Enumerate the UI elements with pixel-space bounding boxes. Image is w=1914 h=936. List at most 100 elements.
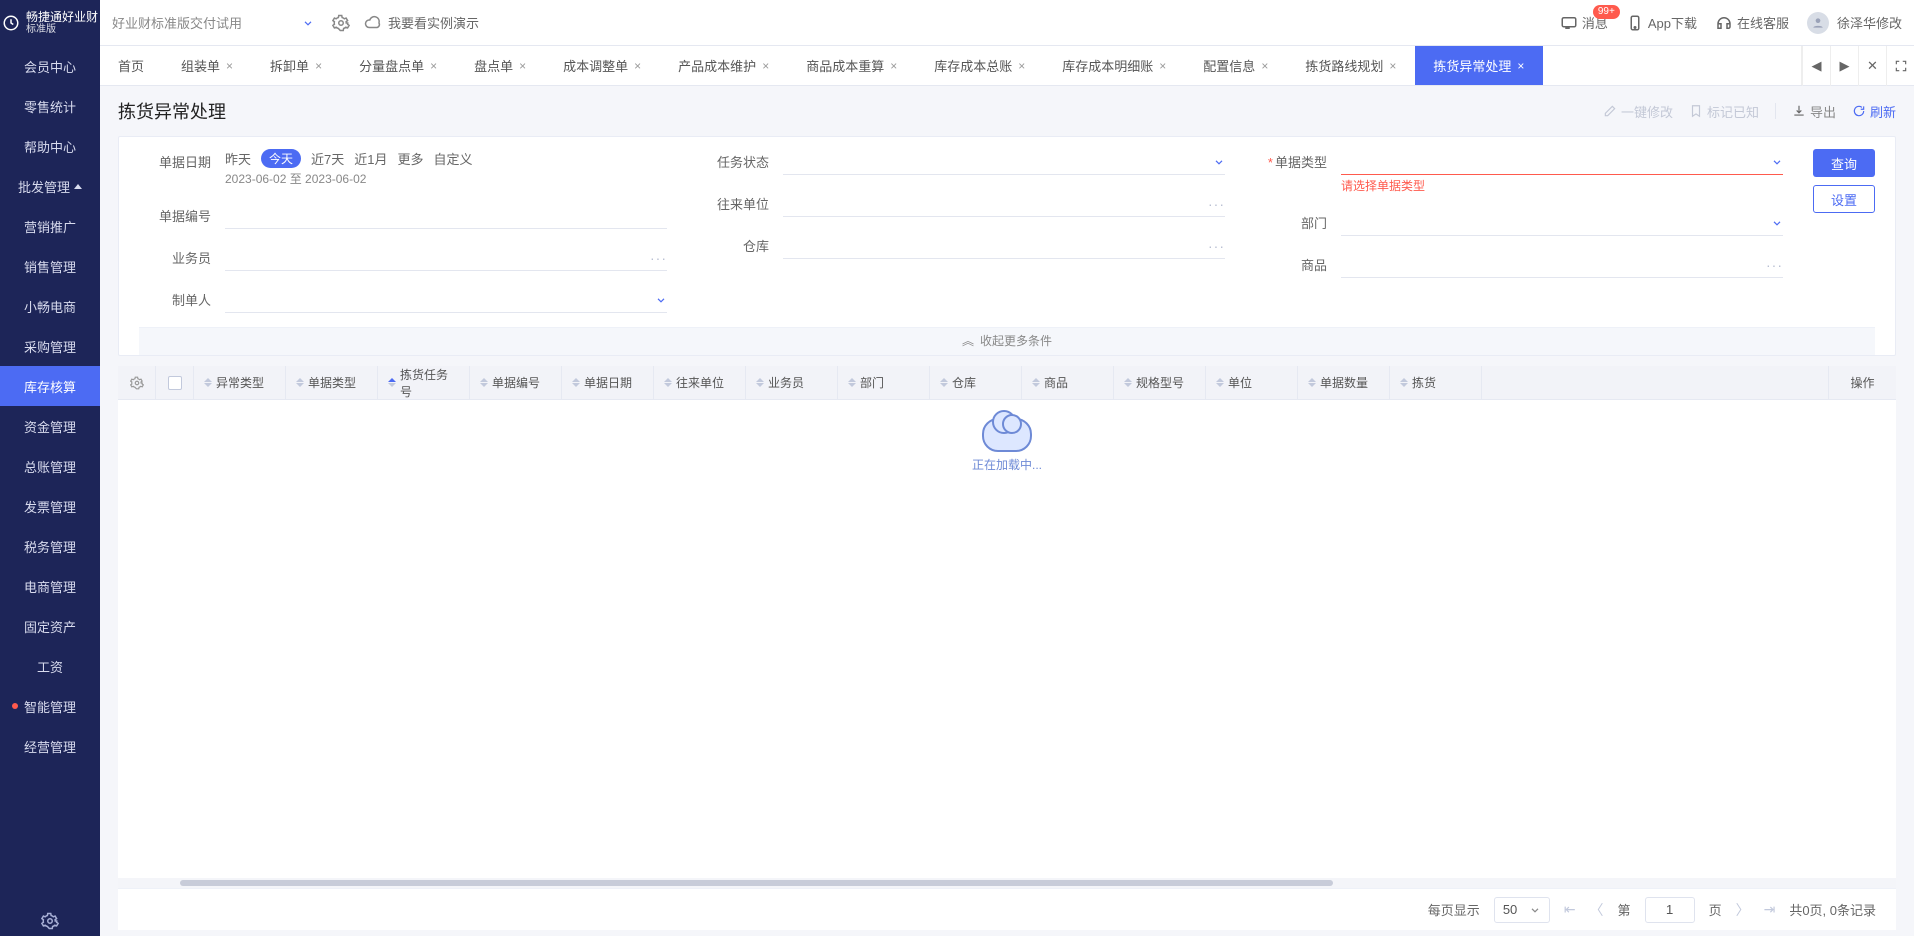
task-status-select[interactable]	[783, 149, 1225, 175]
sort-icon[interactable]	[1124, 378, 1132, 387]
export-button[interactable]: 导出	[1792, 102, 1836, 121]
messages-button[interactable]: 消息 99+	[1560, 13, 1608, 32]
refresh-button[interactable]: 刷新	[1852, 102, 1896, 121]
demo-link[interactable]: 我要看实例演示	[364, 13, 479, 32]
more-icon[interactable]: ···	[1208, 196, 1225, 212]
tab[interactable]: 拣货异常处理×	[1415, 46, 1543, 85]
page-first-button[interactable]: ⇤	[1564, 901, 1576, 918]
page-size-select[interactable]: 50	[1494, 897, 1550, 923]
tab[interactable]: 组装单×	[163, 46, 252, 85]
tab-close-icon[interactable]: ×	[890, 59, 897, 73]
column-header[interactable]: 单据数量	[1298, 366, 1390, 399]
column-header[interactable]: 拣货任务号	[378, 366, 470, 399]
column-header[interactable]: 规格型号	[1114, 366, 1206, 399]
sidebar-item[interactable]: 批发管理	[0, 166, 100, 206]
tab-close-icon[interactable]: ×	[519, 59, 526, 73]
more-icon[interactable]: ···	[1208, 238, 1225, 254]
setting-button[interactable]: 设置	[1813, 185, 1875, 213]
tab-close-icon[interactable]: ×	[430, 59, 437, 73]
tab[interactable]: 首页	[100, 46, 163, 85]
date-quick-option[interactable]: 昨天	[225, 149, 251, 168]
date-quick-option[interactable]: 自定义	[434, 149, 473, 168]
sort-icon[interactable]	[480, 378, 488, 387]
tab-close-icon[interactable]: ×	[226, 59, 233, 73]
sidebar-item[interactable]: 库存核算	[0, 366, 100, 406]
sidebar-item[interactable]: 资金管理	[0, 406, 100, 446]
query-button[interactable]: 查询	[1813, 149, 1875, 177]
sort-icon[interactable]	[572, 378, 580, 387]
column-header[interactable]: 部门	[838, 366, 930, 399]
dept-select[interactable]	[1341, 210, 1783, 236]
column-header[interactable]: 异常类型	[194, 366, 286, 399]
sidebar-item[interactable]: 固定资产	[0, 606, 100, 646]
column-header[interactable]: 仓库	[930, 366, 1022, 399]
sort-icon[interactable]	[1400, 378, 1408, 387]
scrollbar-thumb[interactable]	[180, 880, 1333, 886]
product-selector[interactable]: 好业财标准版交付试用	[112, 13, 314, 32]
sidebar-item[interactable]: 营销推广	[0, 206, 100, 246]
tabs-fullscreen-button[interactable]	[1886, 46, 1914, 86]
column-header[interactable]: 业务员	[746, 366, 838, 399]
doc-type-select[interactable]	[1341, 149, 1783, 175]
tab-close-icon[interactable]: ×	[1159, 59, 1166, 73]
tab-close-icon[interactable]: ×	[1389, 59, 1396, 73]
sidebar-item[interactable]: 会员中心	[0, 46, 100, 86]
sidebar-item[interactable]: 小畅电商	[0, 286, 100, 326]
more-icon[interactable]: ···	[650, 250, 667, 266]
product-input[interactable]: ···	[1341, 252, 1783, 278]
more-icon[interactable]: ···	[1766, 257, 1783, 273]
sidebar-item[interactable]: 智能管理	[0, 686, 100, 726]
tab-close-icon[interactable]: ×	[1018, 59, 1025, 73]
tabs-close-button[interactable]: ✕	[1858, 46, 1886, 86]
sidebar-item[interactable]: 发票管理	[0, 486, 100, 526]
tab[interactable]: 商品成本重算×	[788, 46, 916, 85]
page-last-button[interactable]: ⇥	[1764, 901, 1776, 918]
sidebar-settings[interactable]	[0, 906, 100, 936]
tab[interactable]: 成本调整单×	[545, 46, 660, 85]
sort-icon[interactable]	[1032, 378, 1040, 387]
sidebar-item[interactable]: 电商管理	[0, 566, 100, 606]
date-quick-option[interactable]: 近1月	[354, 149, 387, 168]
date-quick-option[interactable]: 今天	[261, 149, 301, 168]
partner-input[interactable]: ···	[783, 191, 1225, 217]
sort-icon[interactable]	[1216, 378, 1224, 387]
date-quick-option[interactable]: 更多	[398, 149, 424, 168]
sort-icon[interactable]	[848, 378, 856, 387]
tab-close-icon[interactable]: ×	[1517, 59, 1524, 73]
sort-icon[interactable]	[296, 378, 304, 387]
tab[interactable]: 拆卸单×	[252, 46, 341, 85]
tabs-prev-button[interactable]: ◀	[1802, 46, 1830, 86]
sales-input[interactable]: ···	[225, 245, 667, 271]
column-header[interactable]: 拣货	[1390, 366, 1482, 399]
user-menu[interactable]: 徐泽华修改	[1807, 12, 1902, 34]
column-header[interactable]: 单据类型	[286, 366, 378, 399]
select-all-checkbox[interactable]	[156, 366, 194, 399]
sidebar-item[interactable]: 采购管理	[0, 326, 100, 366]
doc-no-input[interactable]	[225, 203, 667, 229]
tab-close-icon[interactable]: ×	[762, 59, 769, 73]
page-next-button[interactable]: 〉	[1736, 900, 1750, 920]
sort-icon[interactable]	[756, 378, 764, 387]
sidebar-item[interactable]: 帮助中心	[0, 126, 100, 166]
tab-close-icon[interactable]: ×	[634, 59, 641, 73]
column-header[interactable]: 往来单位	[654, 366, 746, 399]
sort-icon[interactable]	[1308, 378, 1316, 387]
gear-icon[interactable]	[332, 14, 350, 32]
tab-close-icon[interactable]: ×	[1261, 59, 1268, 73]
tab[interactable]: 产品成本维护×	[660, 46, 788, 85]
sidebar-item[interactable]: 销售管理	[0, 246, 100, 286]
column-header[interactable]: 单据编号	[470, 366, 562, 399]
sidebar-item[interactable]: 零售统计	[0, 86, 100, 126]
column-settings-button[interactable]	[118, 366, 156, 399]
tab[interactable]: 配置信息×	[1185, 46, 1287, 85]
date-quick-option[interactable]: 近7天	[311, 149, 344, 168]
tab-close-icon[interactable]: ×	[315, 59, 322, 73]
tab[interactable]: 库存成本总账×	[916, 46, 1044, 85]
sort-icon[interactable]	[388, 378, 396, 387]
maker-select[interactable]	[225, 287, 667, 313]
horizontal-scrollbar[interactable]	[118, 878, 1896, 888]
tab[interactable]: 拣货路线规划×	[1287, 46, 1415, 85]
online-service-button[interactable]: 在线客服	[1715, 13, 1789, 32]
column-header[interactable]: 单据日期	[562, 366, 654, 399]
sort-icon[interactable]	[664, 378, 672, 387]
